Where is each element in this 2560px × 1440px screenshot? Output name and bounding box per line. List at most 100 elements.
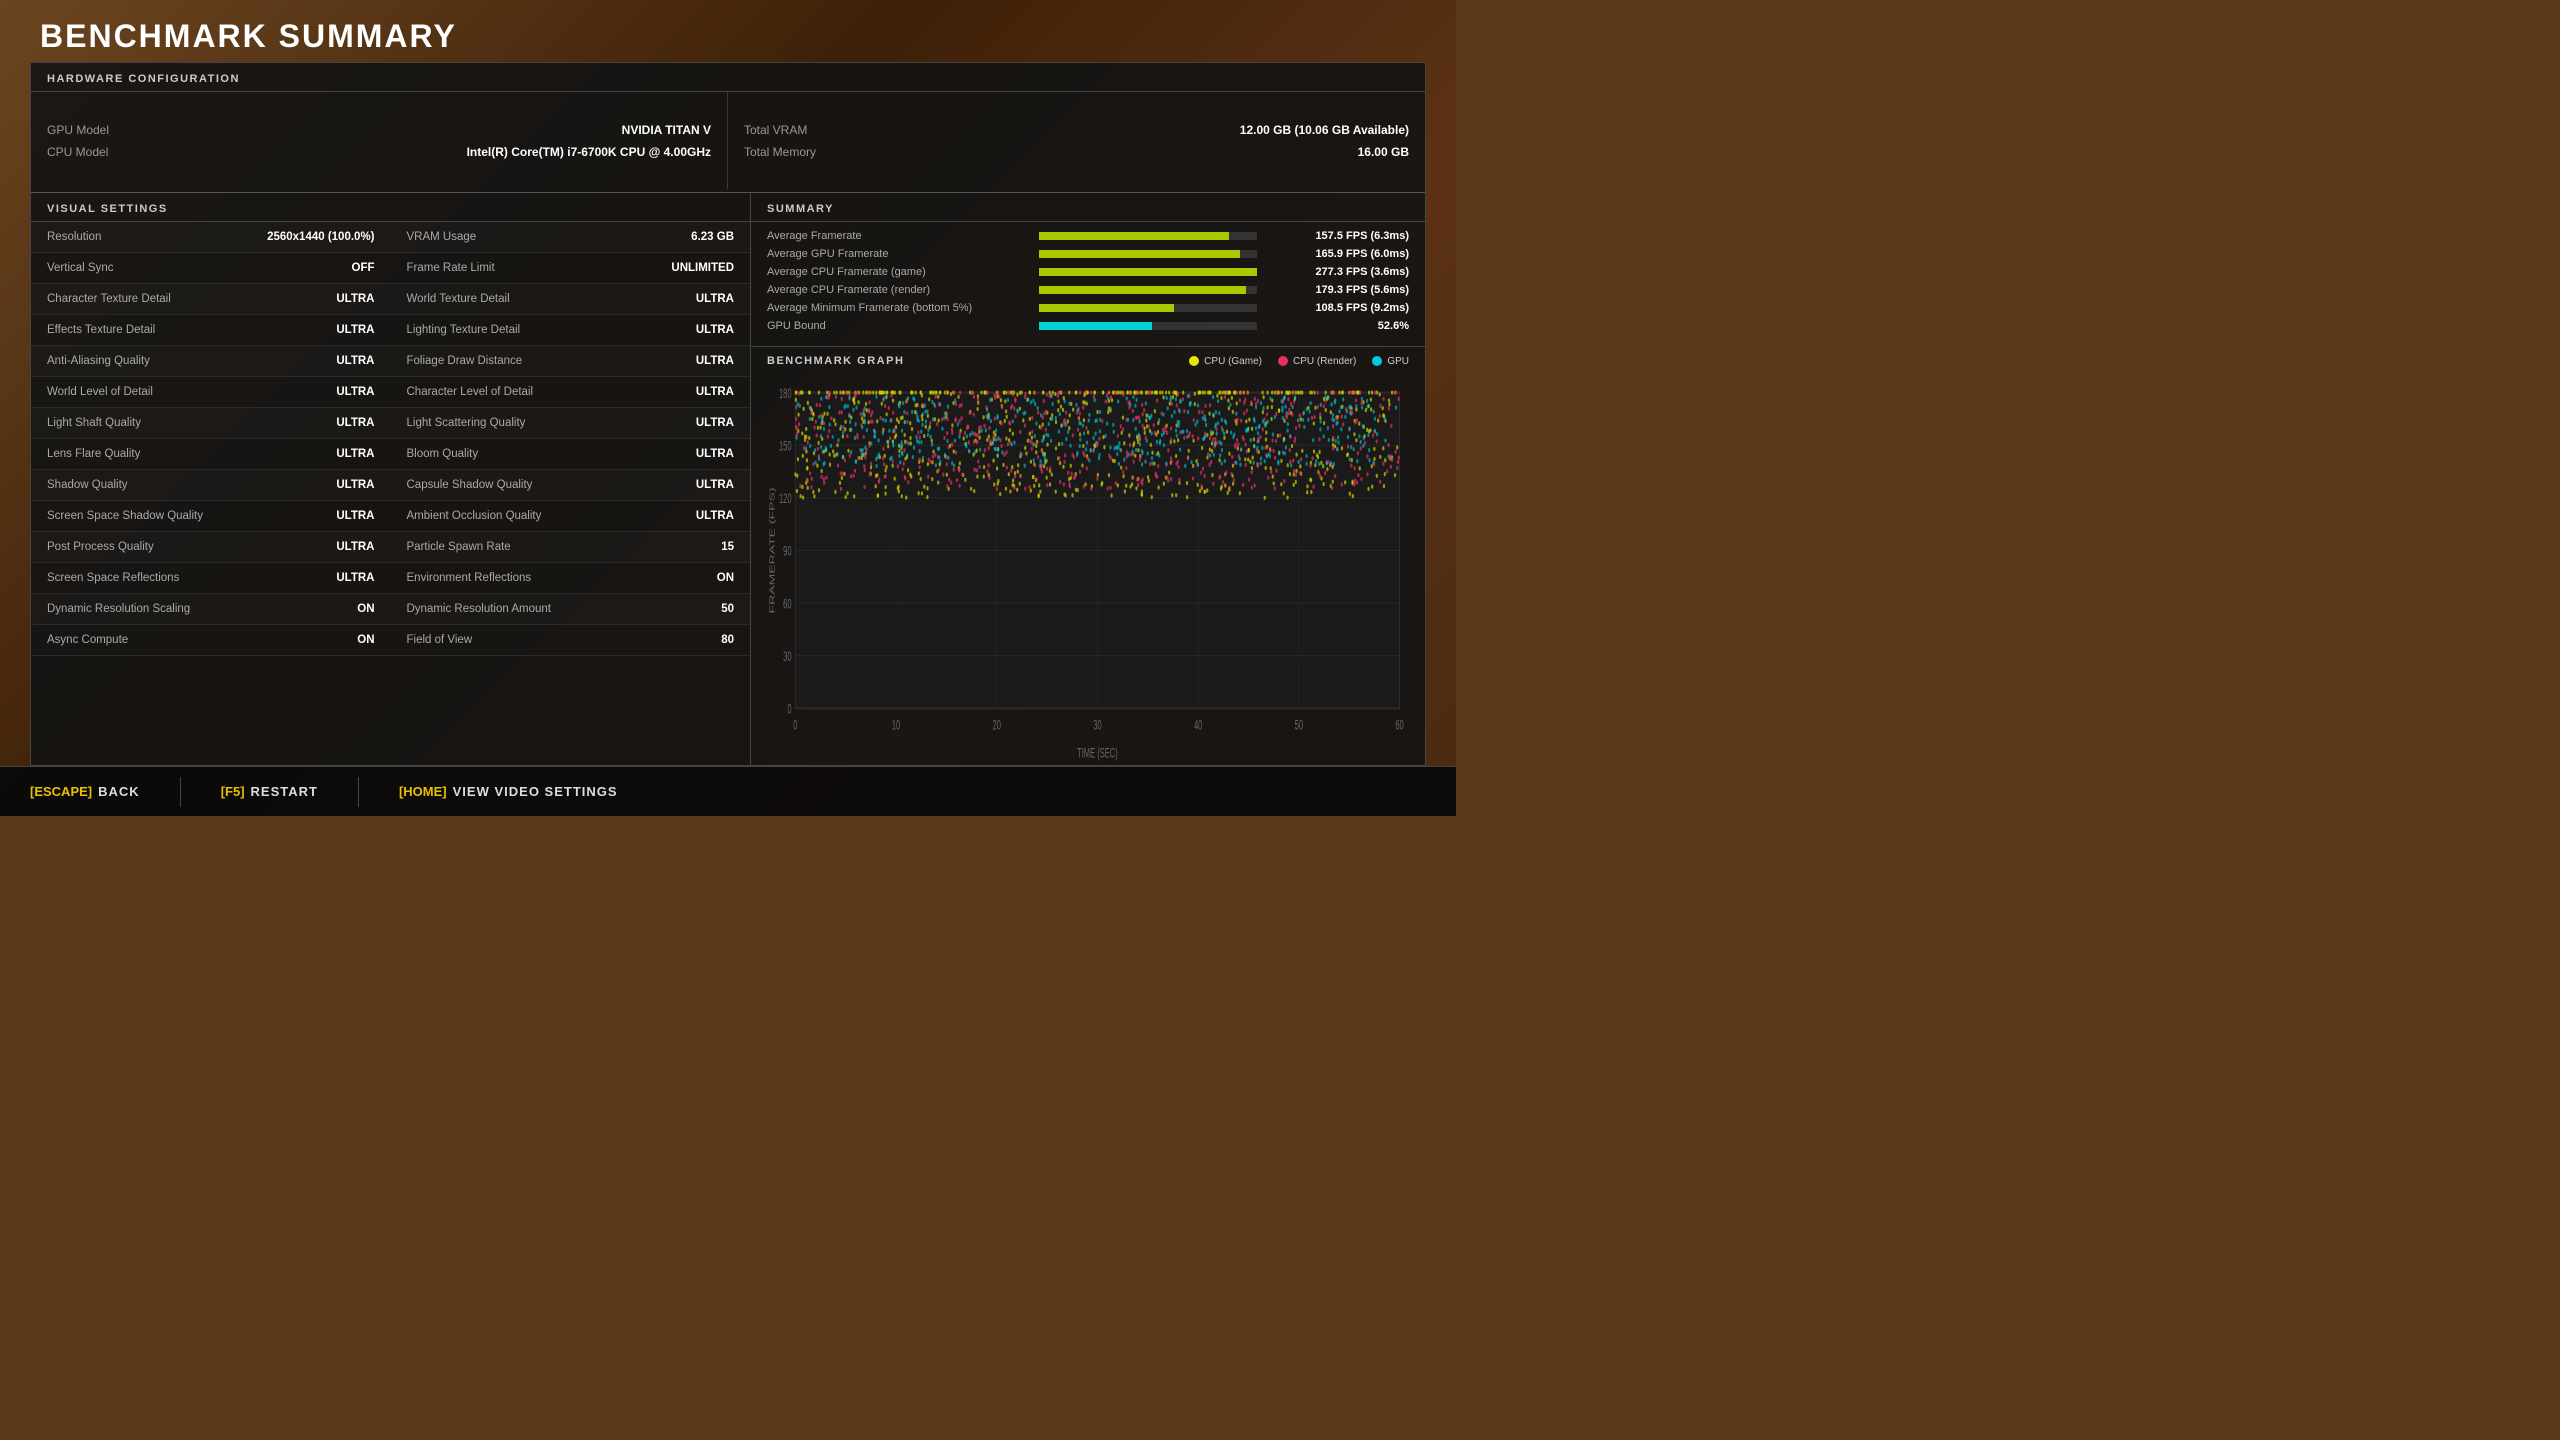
list-item: Foliage Draw Distance ULTRA <box>391 346 751 377</box>
nav-divider <box>180 777 181 807</box>
svg-text:60: 60 <box>1395 718 1403 733</box>
svg-text:50: 50 <box>1295 718 1303 733</box>
legend-label: CPU (Game) <box>1204 356 1262 367</box>
list-item: Light Scattering Quality ULTRA <box>391 408 751 439</box>
list-item: World Texture Detail ULTRA <box>391 284 751 315</box>
setting-value: ULTRA <box>336 293 374 305</box>
setting-label: Effects Texture Detail <box>47 324 155 336</box>
setting-label: World Level of Detail <box>47 386 153 398</box>
mem-value: 16.00 GB <box>1358 145 1409 159</box>
nav-key: [F5] <box>221 784 245 799</box>
setting-label: Dynamic Resolution Amount <box>407 603 551 615</box>
setting-value: ULTRA <box>336 479 374 491</box>
legend-item: GPU <box>1372 356 1409 367</box>
list-item: Screen Space Shadow Quality ULTRA <box>31 501 391 532</box>
summary-row-value: 108.5 FPS (9.2ms) <box>1269 302 1409 314</box>
setting-value: ON <box>357 603 374 615</box>
list-item: Field of View 80 <box>391 625 751 656</box>
setting-label: Capsule Shadow Quality <box>407 479 533 491</box>
svg-text:30: 30 <box>783 650 791 665</box>
setting-value: ULTRA <box>696 448 734 460</box>
svg-text:30: 30 <box>1093 718 1101 733</box>
setting-label: Frame Rate Limit <box>407 262 495 274</box>
list-item: VRAM Usage 6.23 GB <box>391 222 751 253</box>
cpu-label: CPU Model <box>47 145 108 159</box>
summary-row-label: Average Framerate <box>767 230 1027 242</box>
summary-row: Average CPU Framerate (game) 277.3 FPS (… <box>767 266 1409 278</box>
mem-label: Total Memory <box>744 145 816 159</box>
setting-value: ULTRA <box>336 386 374 398</box>
graph-area: 03060901201501800102030405060TIME (SEC)F… <box>767 375 1409 761</box>
setting-label: Ambient Occlusion Quality <box>407 510 542 522</box>
setting-value: ULTRA <box>696 386 734 398</box>
summary-bar-container <box>1039 250 1257 258</box>
right-panel: SUMMARY Average Framerate 157.5 FPS (6.3… <box>751 193 1425 765</box>
setting-label: Field of View <box>407 634 473 646</box>
legend-item: CPU (Render) <box>1278 356 1356 367</box>
visual-settings-title: VISUAL SETTINGS <box>31 193 750 222</box>
settings-left-col: Resolution 2560x1440 (100.0%)Vertical Sy… <box>31 222 391 765</box>
summary-bar <box>1039 250 1240 258</box>
vram-label: Total VRAM <box>744 123 807 137</box>
nav-divider <box>358 777 359 807</box>
setting-label: Foliage Draw Distance <box>407 355 523 367</box>
graph-legend: CPU (Game) CPU (Render) GPU <box>1189 356 1409 367</box>
summary-row-value: 179.3 FPS (5.6ms) <box>1269 284 1409 296</box>
setting-label: Async Compute <box>47 634 128 646</box>
hardware-section-title: HARDWARE CONFIGURATION <box>31 63 1425 92</box>
summary-bar-container <box>1039 232 1257 240</box>
vram-value: 12.00 GB (10.06 GB Available) <box>1240 123 1409 137</box>
list-item: Shadow Quality ULTRA <box>31 470 391 501</box>
setting-label: Light Scattering Quality <box>407 417 526 429</box>
legend-dot <box>1278 356 1288 366</box>
setting-label: Bloom Quality <box>407 448 479 460</box>
setting-value: ULTRA <box>336 417 374 429</box>
summary-row: Average GPU Framerate 165.9 FPS (6.0ms) <box>767 248 1409 260</box>
setting-value: 15 <box>721 541 734 553</box>
nav-key: [ESCAPE] <box>30 784 92 799</box>
gpu-value: NVIDIA TITAN V <box>622 123 711 137</box>
svg-text:TIME (SEC): TIME (SEC) <box>1077 746 1118 761</box>
nav-item-2[interactable]: [HOME] VIEW VIDEO SETTINGS <box>399 784 618 799</box>
list-item: Bloom Quality ULTRA <box>391 439 751 470</box>
setting-value: 6.23 GB <box>691 231 734 243</box>
summary-bar <box>1039 286 1246 294</box>
setting-label: Character Level of Detail <box>407 386 534 398</box>
svg-text:60: 60 <box>783 597 791 612</box>
graph-title: BENCHMARK GRAPH <box>767 355 904 367</box>
list-item: Lens Flare Quality ULTRA <box>31 439 391 470</box>
cpu-value: Intel(R) Core(TM) i7-6700K CPU @ 4.00GHz <box>467 145 711 159</box>
summary-row-value: 52.6% <box>1269 320 1409 332</box>
list-item: Frame Rate Limit UNLIMITED <box>391 253 751 284</box>
setting-value: ULTRA <box>336 355 374 367</box>
svg-text:120: 120 <box>779 492 792 507</box>
legend-label: GPU <box>1387 356 1409 367</box>
setting-label: Dynamic Resolution Scaling <box>47 603 190 615</box>
setting-value: ULTRA <box>336 324 374 336</box>
summary-bar <box>1039 304 1174 312</box>
list-item: Light Shaft Quality ULTRA <box>31 408 391 439</box>
list-item: Effects Texture Detail ULTRA <box>31 315 391 346</box>
setting-label: Character Texture Detail <box>47 293 171 305</box>
nav-item-1[interactable]: [F5] RESTART <box>221 784 318 799</box>
list-item: Character Texture Detail ULTRA <box>31 284 391 315</box>
summary-bar-container <box>1039 322 1257 330</box>
nav-label: VIEW VIDEO SETTINGS <box>453 784 618 799</box>
svg-text:180: 180 <box>779 387 792 402</box>
legend-item: CPU (Game) <box>1189 356 1262 367</box>
setting-value: ULTRA <box>696 510 734 522</box>
setting-value: ULTRA <box>336 510 374 522</box>
summary-section: SUMMARY Average Framerate 157.5 FPS (6.3… <box>751 193 1425 347</box>
setting-value: UNLIMITED <box>671 262 734 274</box>
mem-row: Total Memory 16.00 GB <box>744 145 1409 159</box>
svg-text:0: 0 <box>787 702 791 717</box>
setting-label: Environment Reflections <box>407 572 532 584</box>
summary-bar-container <box>1039 268 1257 276</box>
list-item: Environment Reflections ON <box>391 563 751 594</box>
summary-bar <box>1039 322 1152 330</box>
summary-row-label: Average CPU Framerate (render) <box>767 284 1027 296</box>
setting-label: Lens Flare Quality <box>47 448 140 460</box>
graph-section: BENCHMARK GRAPH CPU (Game) CPU (Render) … <box>751 347 1425 765</box>
nav-item-0[interactable]: [ESCAPE] BACK <box>30 784 140 799</box>
nav-key: [HOME] <box>399 784 447 799</box>
